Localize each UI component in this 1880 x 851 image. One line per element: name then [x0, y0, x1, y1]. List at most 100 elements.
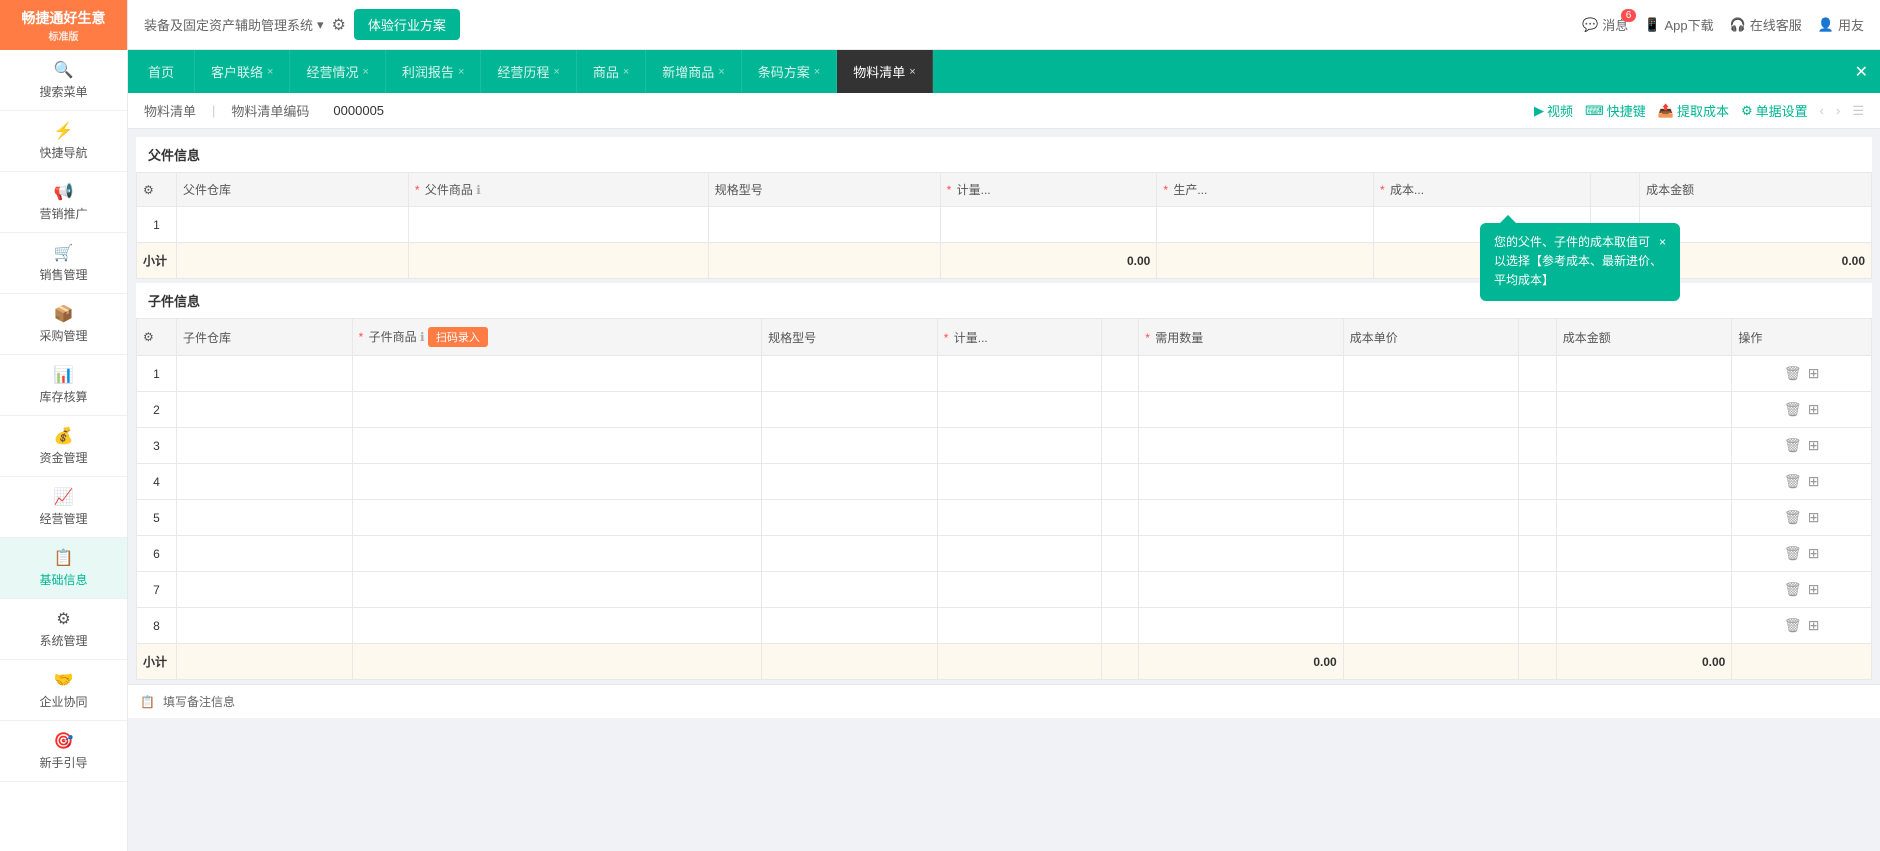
sidebar-item-basic[interactable]: 📋 基础信息	[0, 538, 127, 599]
child-unit-cost-cell[interactable]	[1343, 572, 1519, 608]
child-unit-cell[interactable]	[937, 608, 1101, 644]
child-qty-cell[interactable]	[1139, 356, 1343, 392]
child-warehouse-cell[interactable]	[177, 608, 353, 644]
child-spec-cell[interactable]	[762, 536, 938, 572]
child-spec-cell[interactable]	[762, 608, 938, 644]
close-tab-profit[interactable]: ×	[458, 66, 464, 78]
child-goods-cell[interactable]	[352, 536, 762, 572]
sidebar-item-collab[interactable]: 🤝 企业协同	[0, 660, 127, 721]
sidebar-item-purchase[interactable]: 📦 采购管理	[0, 294, 127, 355]
child-unit-cost-cell[interactable]	[1343, 356, 1519, 392]
copy-icon[interactable]: ⊞	[1808, 473, 1820, 490]
close-tab-bs[interactable]: ×	[362, 66, 368, 78]
delete-icon[interactable]: 🗑	[1784, 401, 1802, 418]
settings-icon[interactable]: ⚙	[332, 15, 346, 35]
child-qty-cell[interactable]	[1139, 392, 1343, 428]
child-unit-cost-cell[interactable]	[1343, 536, 1519, 572]
tab-home[interactable]: 首页	[128, 50, 195, 93]
delete-icon[interactable]: 🗑	[1784, 617, 1802, 634]
parent-prod-cell[interactable]	[1157, 207, 1374, 243]
scan-button[interactable]: 扫码录入	[428, 327, 488, 347]
tab-bom[interactable]: 物料清单 ×	[837, 50, 932, 93]
tab-goods[interactable]: 商品 ×	[577, 50, 646, 93]
child-goods-cell[interactable]	[352, 572, 762, 608]
action-shortcut[interactable]: ⌨ 快捷键	[1585, 101, 1646, 120]
close-tab-ng[interactable]: ×	[718, 66, 724, 78]
view-list[interactable]: ☰	[1852, 103, 1864, 119]
child-col-settings[interactable]: ⚙	[137, 319, 177, 356]
sidebar-item-guide[interactable]: 🎯 新手引导	[0, 721, 127, 782]
message-item[interactable]: 💬 消息 6	[1582, 15, 1628, 34]
copy-icon[interactable]: ⊞	[1808, 365, 1820, 382]
child-qty-cell[interactable]	[1139, 608, 1343, 644]
action-settings[interactable]: ⚙ 单据设置	[1741, 101, 1808, 120]
tab-business-status[interactable]: 经营情况 ×	[290, 50, 385, 93]
close-tab-goods[interactable]: ×	[623, 66, 629, 78]
tab-history[interactable]: 经营历程 ×	[481, 50, 576, 93]
experience-button[interactable]: 体验行业方案	[354, 9, 460, 40]
delete-icon[interactable]: 🗑	[1784, 473, 1802, 490]
child-warehouse-cell[interactable]	[177, 572, 353, 608]
sidebar-item-inventory[interactable]: 📊 库存核算	[0, 355, 127, 416]
child-goods-cell[interactable]	[352, 392, 762, 428]
parent-spec-cell[interactable]	[708, 207, 940, 243]
child-qty-cell[interactable]	[1139, 500, 1343, 536]
delete-icon[interactable]: 🗑	[1784, 545, 1802, 562]
copy-icon[interactable]: ⊞	[1808, 437, 1820, 454]
child-unit-cell[interactable]	[937, 500, 1101, 536]
parent-goods-cell[interactable]	[408, 207, 708, 243]
child-spec-cell[interactable]	[762, 428, 938, 464]
nav-prev[interactable]: ‹	[1820, 103, 1824, 118]
child-goods-cell[interactable]	[352, 608, 762, 644]
child-unit-cell[interactable]	[937, 464, 1101, 500]
child-qty-cell[interactable]	[1139, 428, 1343, 464]
child-warehouse-cell[interactable]	[177, 428, 353, 464]
child-unit-cell[interactable]	[937, 428, 1101, 464]
child-unit-cell[interactable]	[937, 356, 1101, 392]
online-service-item[interactable]: 🎧 在线客服	[1730, 15, 1802, 34]
parent-warehouse-cell[interactable]	[177, 207, 409, 243]
sidebar-item-business[interactable]: 📈 经营管理	[0, 477, 127, 538]
copy-icon[interactable]: ⊞	[1808, 545, 1820, 562]
delete-icon[interactable]: 🗑	[1784, 581, 1802, 598]
child-warehouse-cell[interactable]	[177, 356, 353, 392]
child-qty-cell[interactable]	[1139, 464, 1343, 500]
child-unit-cell[interactable]	[937, 536, 1101, 572]
action-cost[interactable]: 📤 提取成本	[1658, 101, 1729, 120]
sidebar-item-search[interactable]: 🔍 搜索菜单	[0, 50, 127, 111]
app-download-item[interactable]: 📱 App下载	[1644, 15, 1713, 34]
child-qty-cell[interactable]	[1139, 572, 1343, 608]
delete-icon[interactable]: 🗑	[1784, 437, 1802, 454]
child-warehouse-cell[interactable]	[177, 392, 353, 428]
bottom-label[interactable]: 填写备注信息	[163, 693, 235, 710]
child-qty-cell[interactable]	[1139, 536, 1343, 572]
child-warehouse-cell[interactable]	[177, 536, 353, 572]
sidebar-item-marketing[interactable]: 📢 营销推广	[0, 172, 127, 233]
close-tab-history[interactable]: ×	[553, 66, 559, 78]
sidebar-item-finance[interactable]: 💰 资金管理	[0, 416, 127, 477]
copy-icon[interactable]: ⊞	[1808, 581, 1820, 598]
copy-icon[interactable]: ⊞	[1808, 617, 1820, 634]
user-item[interactable]: 👤 用友	[1818, 15, 1864, 34]
child-spec-cell[interactable]	[762, 500, 938, 536]
child-goods-cell[interactable]	[352, 464, 762, 500]
child-unit-cost-cell[interactable]	[1343, 464, 1519, 500]
child-unit-cost-cell[interactable]	[1343, 428, 1519, 464]
copy-icon[interactable]: ⊞	[1808, 509, 1820, 526]
child-unit-cost-cell[interactable]	[1343, 608, 1519, 644]
sidebar-item-quicknav[interactable]: ⚡ 快捷导航	[0, 111, 127, 172]
close-tab-bom[interactable]: ×	[909, 66, 915, 78]
child-warehouse-cell[interactable]	[177, 500, 353, 536]
child-warehouse-cell[interactable]	[177, 464, 353, 500]
col-settings[interactable]: ⚙	[137, 173, 177, 207]
child-goods-cell[interactable]	[352, 428, 762, 464]
sidebar-item-sales[interactable]: 🛒 销售管理	[0, 233, 127, 294]
child-unit-cell[interactable]	[937, 392, 1101, 428]
child-goods-cell[interactable]	[352, 500, 762, 536]
nav-next[interactable]: ›	[1836, 103, 1840, 118]
child-unit-cost-cell[interactable]	[1343, 500, 1519, 536]
child-spec-cell[interactable]	[762, 464, 938, 500]
tab-customer[interactable]: 客户联络 ×	[195, 50, 290, 93]
child-unit-cell[interactable]	[937, 572, 1101, 608]
tooltip-close-button[interactable]: ×	[1659, 233, 1666, 252]
